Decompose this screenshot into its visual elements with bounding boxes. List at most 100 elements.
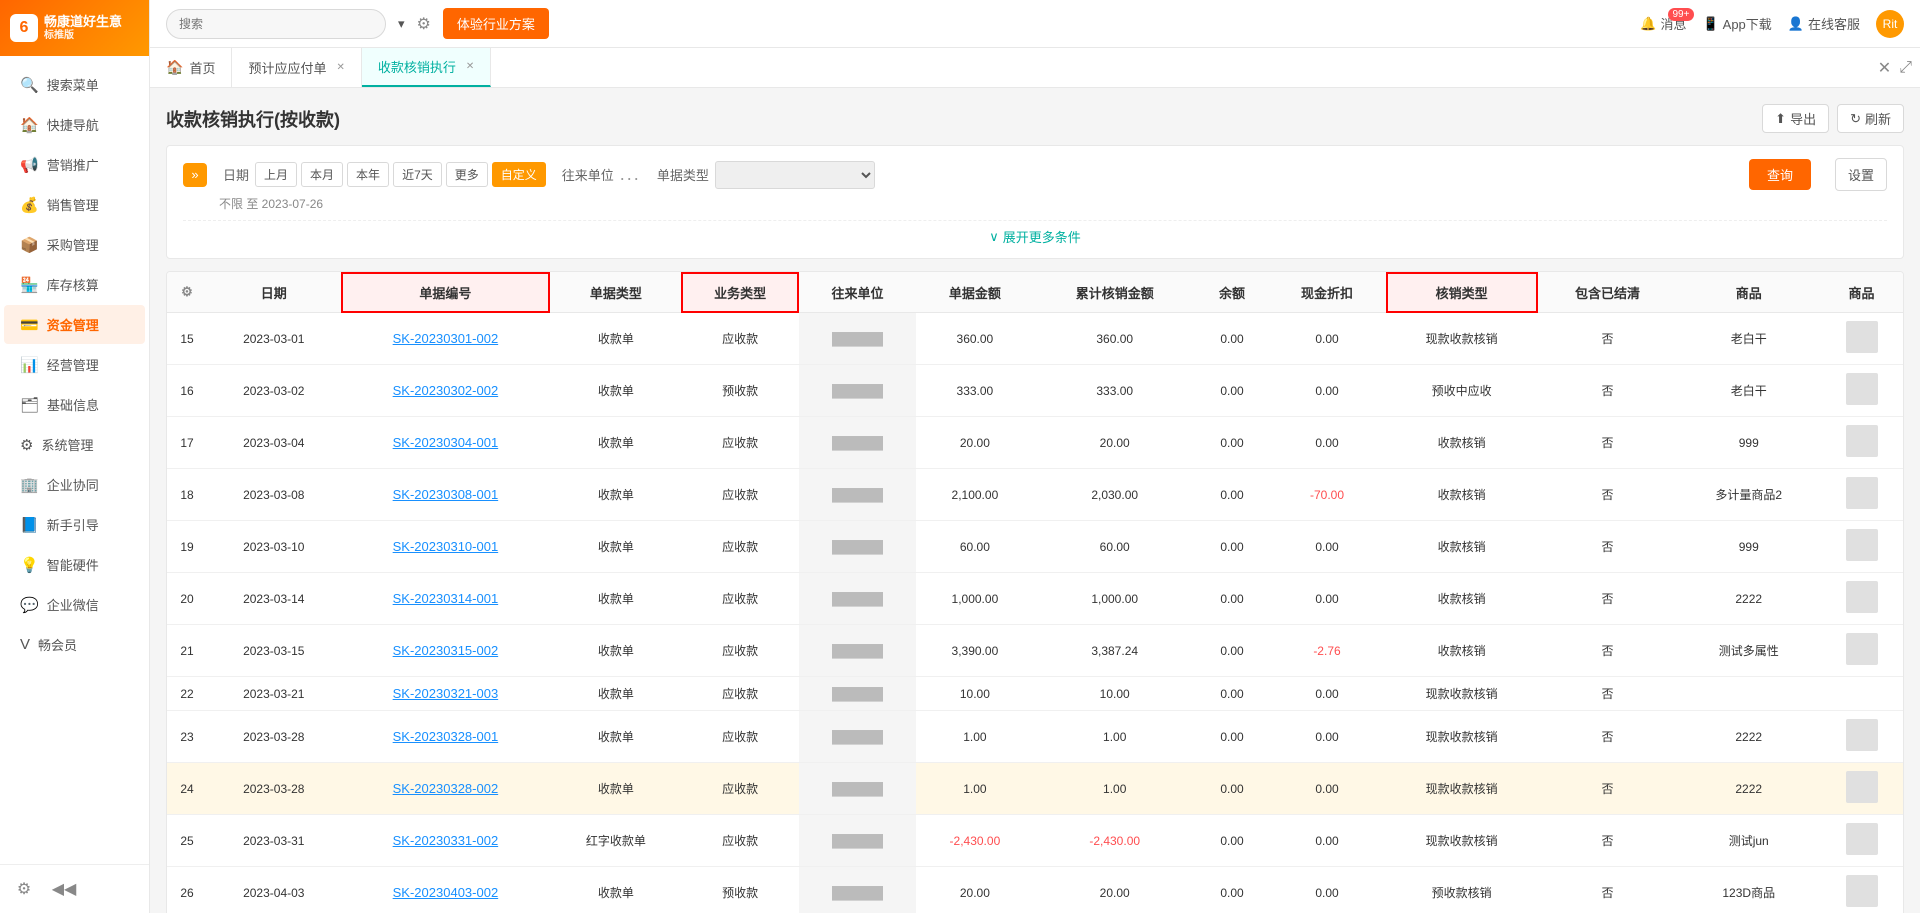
filter-settings-button[interactable]: 设置 — [1835, 158, 1887, 191]
sidebar-gear-button[interactable]: ⚙ — [8, 873, 40, 905]
refresh-button[interactable]: ↻ 刷新 — [1837, 104, 1904, 133]
sidebar-item-basic[interactable]: 🗂 基础信息 — [4, 385, 145, 424]
sidebar-item-inventory[interactable]: 🏪 库存核算 — [4, 265, 145, 304]
topbar-user-avatar[interactable]: Rit — [1876, 10, 1904, 38]
tabbar-expand-button[interactable]: ⤢ — [1899, 59, 1912, 77]
cell-product2 — [1820, 867, 1903, 913]
sidebar-item-sales[interactable]: 💰 销售管理 — [4, 185, 145, 224]
topbar-solution-button[interactable]: 体验行业方案 — [443, 8, 549, 39]
doctype-select[interactable] — [715, 161, 875, 189]
filter-row-main: » 日期 上月 本月 本年 近7天 更多 自定义 往来单位 ... — [183, 158, 1887, 191]
th-partner: 往来单位 — [799, 272, 916, 313]
main-area: ▾ ⚙ 体验行业方案 🔔 消息 99+ 📱 App下载 👤 在线客服 Rit 🏠… — [150, 0, 1920, 913]
cell-doc-type: 收款单 — [550, 417, 681, 469]
sidebar-item-purchase[interactable]: 📦 采购管理 — [4, 225, 145, 264]
cell-balance: 0.00 — [1196, 625, 1269, 677]
sidebar-item-member[interactable]: V 畅会员 — [4, 625, 145, 664]
tabbar-close-button[interactable]: ✕ — [1878, 58, 1891, 78]
date-more-button[interactable]: 更多 — [446, 162, 488, 187]
sidebar-item-enterprise[interactable]: 🏢 企业协同 — [4, 465, 145, 504]
expand-more-button[interactable]: ∨ 展开更多条件 — [989, 227, 1081, 246]
sidebar-item-search[interactable]: 🔍 搜索菜单 — [4, 65, 145, 104]
sidebar-item-system[interactable]: ⚙ 系统管理 — [4, 425, 145, 464]
sidebar-item-label-operations: 经营管理 — [47, 355, 99, 374]
sidebar-item-operations[interactable]: 📊 经营管理 — [4, 345, 145, 384]
tab-home[interactable]: 🏠 首页 — [150, 48, 232, 87]
cell-doc-no[interactable]: SK-20230314-001 — [341, 573, 551, 625]
cell-product: 2222 — [1677, 763, 1820, 815]
cell-doc-no[interactable]: SK-20230321-003 — [341, 677, 551, 711]
column-settings-icon[interactable]: ⚙ — [177, 282, 197, 302]
sidebar-item-wechat[interactable]: 💬 企业微信 — [4, 585, 145, 624]
export-button[interactable]: ⬆ 导出 — [1762, 104, 1829, 133]
cell-cancel-type: 预收款核销 — [1386, 867, 1538, 913]
notice-badge: 99+ — [1668, 8, 1695, 21]
cell-doc-no[interactable]: SK-20230310-001 — [341, 521, 551, 573]
th-biz-type: 业务类型 — [681, 272, 798, 313]
cell-doc-no[interactable]: SK-20230328-001 — [341, 711, 551, 763]
tab-collection[interactable]: 收款核销执行 ✕ — [362, 48, 491, 87]
cell-product2 — [1820, 469, 1903, 521]
cell-doc-type: 收款单 — [550, 625, 681, 677]
search-menu-icon: 🔍 — [20, 76, 39, 94]
cell-doc-no[interactable]: SK-20230301-002 — [341, 313, 551, 365]
topbar-notice-button[interactable]: 🔔 消息 99+ — [1640, 14, 1686, 33]
cell-balance: 0.00 — [1196, 313, 1269, 365]
tab-prepay-close-icon[interactable]: ✕ — [336, 62, 344, 73]
sidebar-item-label-member: 畅会员 — [38, 635, 77, 654]
cell-product: 2222 — [1677, 711, 1820, 763]
cell-cash-discount: 0.00 — [1268, 677, 1385, 711]
cell-doc-type: 收款单 — [550, 365, 681, 417]
topbar-app-button[interactable]: 📱 App下载 — [1702, 14, 1771, 33]
date-7days-button[interactable]: 近7天 — [393, 162, 442, 187]
filter-expand-button[interactable]: » — [183, 163, 207, 187]
tab-prepay[interactable]: 预计应应付单 ✕ — [232, 48, 361, 87]
sidebar-item-guide[interactable]: 📘 新手引导 — [4, 505, 145, 544]
sidebar-item-label-wechat: 企业微信 — [47, 595, 99, 614]
topbar-search-input[interactable] — [166, 9, 386, 39]
cell-doc-no[interactable]: SK-20230331-002 — [341, 815, 551, 867]
topbar-service-button[interactable]: 👤 在线客服 — [1788, 14, 1860, 33]
cell-accum-cancel: 2,030.00 — [1034, 469, 1196, 521]
sidebar-item-marketing[interactable]: 📢 营销推广 — [4, 145, 145, 184]
sidebar-collapse-button[interactable]: ◀◀ — [48, 873, 80, 905]
hardware-icon: 💡 — [20, 556, 39, 574]
data-table: ⚙ 日期 单据编号 单据类型 业务类型 往来单位 单据金额 累计核销金额 余额 … — [167, 272, 1903, 913]
cell-doc-no[interactable]: SK-20230403-002 — [341, 867, 551, 913]
table-header-row: ⚙ 日期 单据编号 单据类型 业务类型 往来单位 单据金额 累计核销金额 余额 … — [167, 272, 1903, 313]
date-custom-button[interactable]: 自定义 — [492, 162, 546, 187]
cell-doc-no[interactable]: SK-20230315-002 — [341, 625, 551, 677]
cell-doc-no[interactable]: SK-20230308-001 — [341, 469, 551, 521]
cell-biz-type: 应收款 — [681, 625, 798, 677]
cell-cash-discount: 0.00 — [1268, 521, 1385, 573]
date-this-year-button[interactable]: 本年 — [347, 162, 389, 187]
inventory-icon: 🏪 — [20, 276, 39, 294]
sidebar-item-hardware[interactable]: 💡 智能硬件 — [4, 545, 145, 584]
query-button[interactable]: 查询 — [1749, 159, 1811, 190]
cell-product: 123D商品 — [1677, 867, 1820, 913]
page-content: 收款核销执行(按收款) ⬆ 导出 ↻ 刷新 » 日期 — [150, 88, 1920, 913]
tab-collection-close-icon[interactable]: ✕ — [466, 61, 474, 72]
cell-biz-type: 应收款 — [681, 417, 798, 469]
guide-icon: 📘 — [20, 516, 39, 534]
sidebar-item-quicknav[interactable]: 🏠 快捷导航 — [4, 105, 145, 144]
topbar-gear-icon[interactable]: ⚙ — [417, 14, 431, 34]
cell-doc-no[interactable]: SK-20230304-001 — [341, 417, 551, 469]
tab-collection-label: 收款核销执行 — [378, 57, 456, 76]
cell-date: 2023-03-01 — [207, 313, 341, 365]
cell-doc-no[interactable]: SK-20230302-002 — [341, 365, 551, 417]
date-prev-month-button[interactable]: 上月 — [255, 162, 297, 187]
th-cancel-type: 核销类型 — [1386, 272, 1538, 313]
cell-accum-cancel: -2,430.00 — [1034, 815, 1196, 867]
topbar-dropdown[interactable]: ▾ — [398, 16, 405, 32]
date-this-month-button[interactable]: 本月 — [301, 162, 343, 187]
cell-doc-no[interactable]: SK-20230328-002 — [341, 763, 551, 815]
cell-product: 多计量商品2 — [1677, 469, 1820, 521]
page-actions: ⬆ 导出 ↻ 刷新 — [1762, 104, 1904, 133]
sidebar-item-finance[interactable]: 💳 资金管理 — [4, 305, 145, 344]
cell-cancel-type: 收款核销 — [1386, 573, 1538, 625]
cell-biz-type: 应收款 — [681, 815, 798, 867]
table-row: 152023-03-01SK-20230301-002收款单应收款██████3… — [167, 313, 1903, 365]
cell-partner: ██████ — [799, 573, 916, 625]
th-settings[interactable]: ⚙ — [167, 272, 207, 313]
